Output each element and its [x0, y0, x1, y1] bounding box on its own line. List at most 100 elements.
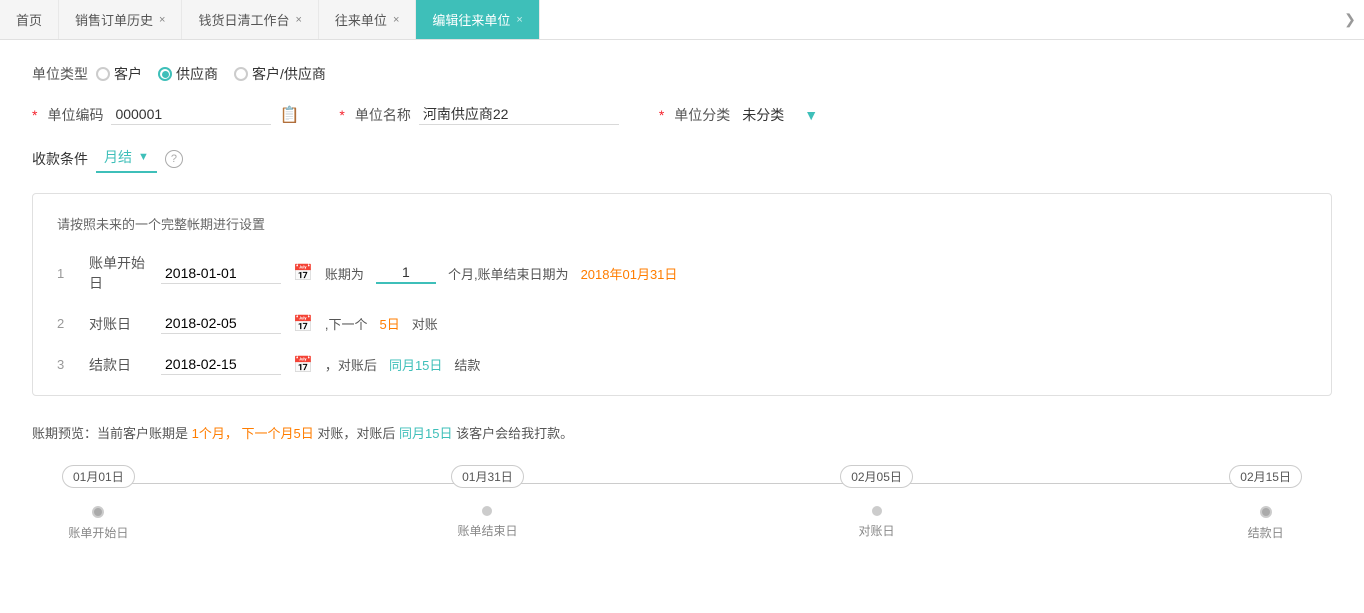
radio-customer[interactable]: 客户 [96, 64, 142, 84]
timeline-point-2: 02月05日 对账日 [840, 465, 913, 539]
tab-partner-unit-close[interactable]: × [393, 14, 399, 26]
preview-part2: 下一个月5日 [242, 426, 314, 441]
timeline-points: 01月01日 账单开始日 01月31日 账单结束日 02月05日 对账日 02月… [62, 465, 1302, 541]
preview-text: 账期预览：当前客户账期是 1个月， 下一个月5日 对账，对账后 同月15日 该客… [32, 424, 1332, 445]
preview-label: 账期预览：当前客户账期是 [32, 426, 188, 441]
radio-customer-circle [96, 67, 110, 81]
arrow-right-icon: ❯ [1344, 11, 1356, 28]
preview-part3: 对账，对账后 [317, 426, 395, 441]
payment-condition-label: 收款条件 [32, 149, 88, 169]
unit-code-field: * 单位编码 📋 [32, 104, 299, 125]
period-row-1: 1 账单开始日 📅 账期为 个月,账单结束日期为 2018年01月31日 [57, 253, 1307, 293]
timeline-dot-1 [482, 506, 492, 516]
period-box-title: 请按照未来的一个完整帐期进行设置 [57, 214, 1307, 233]
tab-edit-partner-label: 编辑往来单位 [432, 10, 510, 29]
timeline-point-1: 01月31日 账单结束日 [451, 465, 524, 539]
question-icon[interactable]: ? [165, 150, 183, 168]
timeline-sublabel-1: 账单结束日 [457, 522, 517, 539]
preview-section: 账期预览：当前客户账期是 1个月， 下一个月5日 对账，对账后 同月15日 该客… [32, 412, 1332, 589]
payment-condition-row: 收款条件 月结 ▼ ? [32, 145, 1332, 173]
period-num-3: 3 [57, 357, 77, 372]
unit-code-input[interactable] [111, 104, 271, 125]
radio-both-circle [234, 67, 248, 81]
timeline-badge-0: 01月01日 [62, 465, 135, 488]
timeline: 01月01日 账单开始日 01月31日 账单结束日 02月05日 对账日 02月… [32, 465, 1332, 581]
calendar-icon-3[interactable]: 📅 [293, 355, 313, 375]
timeline-badge-2: 02月05日 [840, 465, 913, 488]
preview-part4: 同月15日 [399, 426, 452, 441]
period-date-input-2[interactable] [161, 313, 281, 334]
tab-cash-work-label: 钱货日清工作台 [198, 10, 289, 29]
unit-category-field: * 单位分类 未分类 ▼ [659, 105, 818, 125]
required-star-name: * [339, 107, 344, 123]
timeline-sublabel-2: 对账日 [859, 522, 895, 539]
tab-sales-history-close[interactable]: × [159, 14, 165, 26]
month-input[interactable] [376, 262, 436, 284]
required-star-cat: * [659, 107, 664, 123]
unit-name-label: 单位名称 [355, 105, 411, 125]
unit-name-input[interactable] [419, 104, 619, 125]
period-row-3: 3 结款日 📅 ，对账后 同月15日 结款 [57, 354, 1307, 375]
period-date-input-3[interactable] [161, 354, 281, 375]
radio-supplier-label: 供应商 [176, 64, 218, 84]
row2-prefix: ,下一个 [325, 314, 368, 333]
row2-highlight: 5日 [380, 314, 400, 333]
tab-partner-unit-label: 往来单位 [335, 10, 387, 29]
unit-name-field: * 单位名称 [339, 104, 618, 125]
timeline-sublabel-3: 结款日 [1248, 524, 1284, 541]
period-label-2: 对账日 [89, 314, 149, 334]
radio-both[interactable]: 客户/供应商 [234, 64, 326, 84]
tab-edit-partner-close[interactable]: × [516, 14, 522, 26]
row3-prefix: ，对账后 [325, 355, 377, 374]
unit-type-label: 单位类型 [32, 64, 88, 84]
unit-type-field: 单位类型 客户 供应商 客户/供应商 [32, 64, 326, 84]
period-box: 请按照未来的一个完整帐期进行设置 1 账单开始日 📅 账期为 个月,账单结束日期… [32, 193, 1332, 396]
unit-category-label: 单位分类 [674, 105, 730, 125]
tab-home-label: 首页 [16, 10, 42, 29]
tab-cash-work[interactable]: 钱货日清工作台 × [182, 0, 318, 39]
unit-code-label: 单位编码 [47, 105, 103, 125]
timeline-sublabel-0: 账单开始日 [68, 524, 128, 541]
tab-arrow[interactable]: ❯ [1336, 0, 1364, 39]
radio-supplier-circle [158, 67, 172, 81]
tab-partner-unit[interactable]: 往来单位 × [319, 0, 416, 39]
tab-edit-partner[interactable]: 编辑往来单位 × [416, 0, 539, 39]
timeline-dot-0 [92, 506, 104, 518]
radio-supplier[interactable]: 供应商 [158, 64, 218, 84]
period-row-2: 2 对账日 📅 ,下一个 5日 对账 [57, 313, 1307, 334]
tab-home[interactable]: 首页 [0, 0, 59, 39]
tab-bar: 首页 销售订单历史 × 钱货日清工作台 × 往来单位 × 编辑往来单位 × ❯ [0, 0, 1364, 40]
unit-code-icon[interactable]: 📋 [279, 105, 299, 125]
tab-sales-history[interactable]: 销售订单历史 × [59, 0, 182, 39]
radio-group: 客户 供应商 客户/供应商 [96, 64, 326, 84]
category-dropdown-icon[interactable]: ▼ [804, 107, 818, 123]
timeline-dot-3 [1260, 506, 1272, 518]
period-unit-text: 个月,账单结束日期为 [448, 264, 569, 283]
row2-suffix: 对账 [412, 314, 438, 333]
period-date-input-1[interactable] [161, 263, 281, 284]
unit-info-row: * 单位编码 📋 * 单位名称 * 单位分类 未分类 ▼ [32, 104, 1332, 125]
radio-both-label: 客户/供应商 [252, 64, 326, 84]
calendar-icon-1[interactable]: 📅 [293, 263, 313, 283]
required-star-code: * [32, 107, 37, 123]
tab-sales-history-label: 销售订单历史 [75, 10, 153, 29]
timeline-point-3: 02月15日 结款日 [1229, 465, 1302, 541]
unit-category-value: 未分类 [742, 105, 784, 125]
condition-select[interactable]: 月结 ▼ [96, 145, 157, 173]
unit-type-row: 单位类型 客户 供应商 客户/供应商 [32, 64, 1332, 84]
period-label-3: 结款日 [89, 355, 149, 375]
period-label-text: 账期为 [325, 264, 364, 283]
condition-dropdown-icon: ▼ [138, 151, 149, 163]
main-content: 单位类型 客户 供应商 客户/供应商 * 单位编码 [0, 40, 1364, 613]
preview-part1: 1个月， [192, 426, 238, 441]
timeline-point-0: 01月01日 账单开始日 [62, 465, 135, 541]
row3-highlight: 同月15日 [389, 355, 442, 374]
condition-value: 月结 [104, 147, 132, 167]
preview-part5: 该客户会给我打款。 [456, 426, 573, 441]
timeline-badge-1: 01月31日 [451, 465, 524, 488]
radio-customer-label: 客户 [114, 64, 142, 84]
calendar-icon-2[interactable]: 📅 [293, 314, 313, 334]
period-label-1: 账单开始日 [89, 253, 149, 293]
period-num-1: 1 [57, 266, 77, 281]
tab-cash-work-close[interactable]: × [295, 14, 301, 26]
